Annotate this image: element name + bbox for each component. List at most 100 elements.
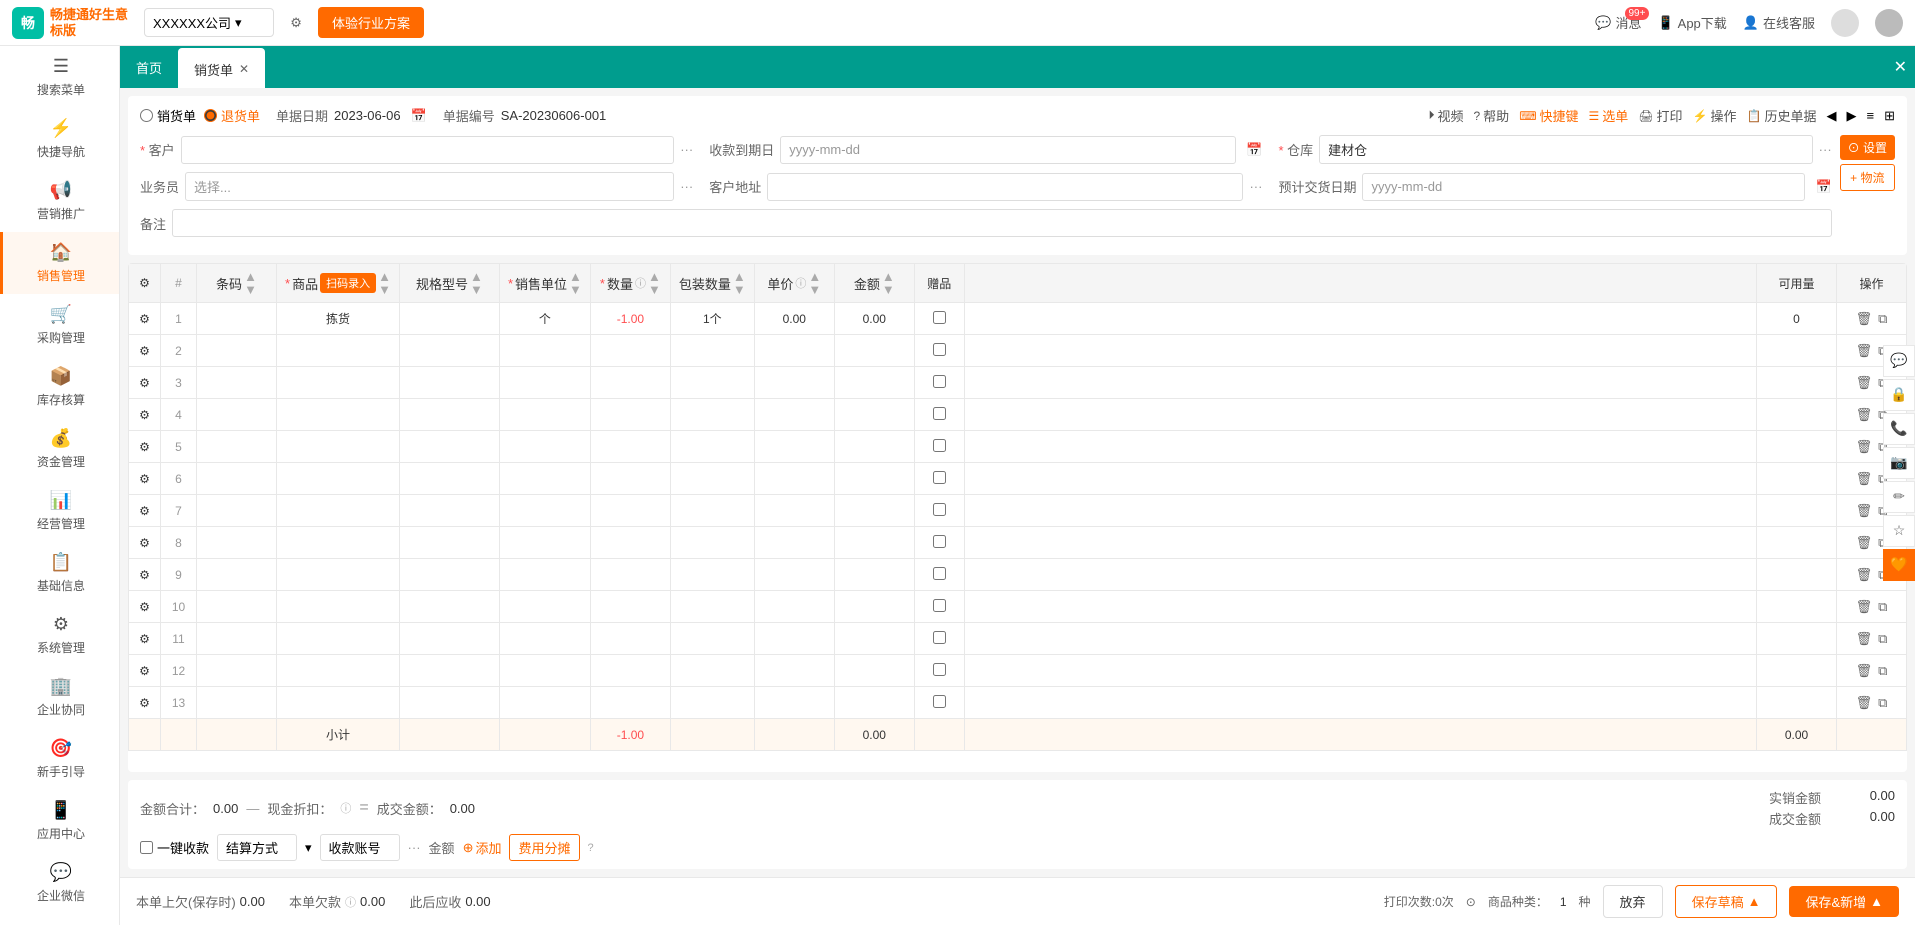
delete-icon-10[interactable]: 🗑 bbox=[1856, 631, 1873, 647]
cell-spec-12[interactable] bbox=[399, 687, 499, 719]
delete-icon-5[interactable]: 🗑 bbox=[1856, 471, 1873, 487]
add-payment-btn[interactable]: ⊕ 添加 bbox=[463, 838, 502, 857]
cell-unit-5[interactable] bbox=[499, 463, 590, 495]
ops-btn[interactable]: ⚡ 操作 bbox=[1693, 106, 1737, 125]
cell-amount-10[interactable] bbox=[834, 623, 914, 655]
list-view-icon[interactable]: ≡ bbox=[1867, 108, 1875, 123]
payment-method-dropdown-icon[interactable]: ▾ bbox=[305, 840, 312, 856]
cell-gift-1[interactable] bbox=[914, 335, 964, 367]
logistics-btn[interactable]: + 物流 bbox=[1840, 164, 1895, 191]
salesperson-dots[interactable]: ··· bbox=[680, 179, 693, 194]
app-download-btn[interactable]: 📱 App下载 bbox=[1657, 13, 1726, 32]
cell-settings-2[interactable]: ⚙ bbox=[129, 367, 161, 399]
nav-next-icon[interactable]: ▶ bbox=[1847, 108, 1857, 124]
cell-qty-10[interactable] bbox=[590, 623, 670, 655]
expense-btn[interactable]: 费用分摊 bbox=[509, 834, 579, 861]
video-btn[interactable]: ⏵ 视频 bbox=[1428, 106, 1463, 125]
cell-gift-3[interactable] bbox=[914, 399, 964, 431]
cell-barcode-3[interactable] bbox=[197, 399, 277, 431]
save-draft-button[interactable]: 保存草稿 ▲ bbox=[1675, 885, 1778, 918]
cell-pack-12[interactable] bbox=[670, 687, 754, 719]
cell-barcode-11[interactable] bbox=[197, 655, 277, 687]
online-service-btn[interactable]: 👤 在线客服 bbox=[1743, 13, 1815, 32]
history-btn[interactable]: 📋 历史单据 bbox=[1747, 106, 1817, 125]
cell-amount-2[interactable] bbox=[834, 367, 914, 399]
float-btn-chat[interactable]: 💬 bbox=[1883, 345, 1915, 377]
float-btn-lock[interactable]: 🔒 bbox=[1883, 379, 1915, 411]
close-all-icon[interactable]: ✕ bbox=[1894, 59, 1907, 76]
cell-product-9[interactable] bbox=[277, 591, 400, 623]
cell-pack-10[interactable] bbox=[670, 623, 754, 655]
help-btn[interactable]: ? 帮助 bbox=[1473, 106, 1509, 125]
cell-pack-6[interactable] bbox=[670, 495, 754, 527]
delete-icon-0[interactable]: 🗑 bbox=[1856, 311, 1873, 327]
float-btn-orange[interactable]: 🧡 bbox=[1883, 549, 1915, 581]
cell-qty-5[interactable] bbox=[590, 463, 670, 495]
cell-qty-4[interactable] bbox=[590, 431, 670, 463]
scan-btn[interactable]: 扫码录入 bbox=[320, 273, 376, 293]
cell-price-6[interactable] bbox=[754, 495, 834, 527]
cell-price-7[interactable] bbox=[754, 527, 834, 559]
cell-barcode-5[interactable] bbox=[197, 463, 277, 495]
cell-settings-6[interactable]: ⚙ bbox=[129, 495, 161, 527]
cell-spec-3[interactable] bbox=[399, 399, 499, 431]
cell-spec-0[interactable] bbox=[399, 303, 499, 335]
float-btn-star[interactable]: ☆ bbox=[1883, 515, 1915, 547]
cell-price-9[interactable] bbox=[754, 591, 834, 623]
radio-return[interactable]: 退货单 bbox=[204, 106, 260, 125]
cell-price-0[interactable]: 0.00 bbox=[754, 303, 834, 335]
float-btn-edit[interactable]: ✏ bbox=[1883, 481, 1915, 513]
settings-btn[interactable]: ⊙ 设置 bbox=[1840, 135, 1895, 160]
print-btn[interactable]: 🖨 打印 bbox=[1638, 106, 1682, 125]
sidebar-item-quicknav[interactable]: ⚡ 快捷导航 bbox=[0, 108, 119, 170]
save-new-dropdown-icon[interactable]: ▲ bbox=[1870, 894, 1883, 909]
one-click-pay-checkbox[interactable]: 一键收款 bbox=[140, 838, 209, 857]
cell-product-7[interactable] bbox=[277, 527, 400, 559]
cell-barcode-0[interactable] bbox=[197, 303, 277, 335]
shortcut-btn[interactable]: ⌨ 快捷键 bbox=[1519, 106, 1578, 125]
cell-gift-5[interactable] bbox=[914, 463, 964, 495]
payment-method-select[interactable]: 结算方式 bbox=[217, 834, 297, 861]
cell-price-3[interactable] bbox=[754, 399, 834, 431]
cell-product-8[interactable] bbox=[277, 559, 400, 591]
cell-qty-7[interactable] bbox=[590, 527, 670, 559]
cell-gift-10[interactable] bbox=[914, 623, 964, 655]
cell-spec-5[interactable] bbox=[399, 463, 499, 495]
cell-spec-6[interactable] bbox=[399, 495, 499, 527]
nav-prev-icon[interactable]: ◀ bbox=[1827, 108, 1837, 124]
cell-pack-3[interactable] bbox=[670, 399, 754, 431]
cell-pack-2[interactable] bbox=[670, 367, 754, 399]
cell-gift-6[interactable] bbox=[914, 495, 964, 527]
cell-amount-4[interactable] bbox=[834, 431, 914, 463]
cell-unit-9[interactable] bbox=[499, 591, 590, 623]
cell-gift-0[interactable] bbox=[914, 303, 964, 335]
cell-unit-1[interactable] bbox=[499, 335, 590, 367]
cell-settings-0[interactable]: ⚙ bbox=[129, 303, 161, 335]
cell-pack-4[interactable] bbox=[670, 431, 754, 463]
cell-barcode-12[interactable] bbox=[197, 687, 277, 719]
customer-dots[interactable]: ··· bbox=[680, 142, 693, 157]
cell-product-11[interactable] bbox=[277, 655, 400, 687]
cell-gift-7[interactable] bbox=[914, 527, 964, 559]
cell-product-12[interactable] bbox=[277, 687, 400, 719]
cell-barcode-1[interactable] bbox=[197, 335, 277, 367]
cell-price-1[interactable] bbox=[754, 335, 834, 367]
cell-pack-9[interactable] bbox=[670, 591, 754, 623]
grid-view-icon[interactable]: ⊞ bbox=[1884, 108, 1895, 124]
cell-settings-3[interactable]: ⚙ bbox=[129, 399, 161, 431]
cell-gift-11[interactable] bbox=[914, 655, 964, 687]
cell-pack-8[interactable] bbox=[670, 559, 754, 591]
discard-button[interactable]: 放弃 bbox=[1603, 885, 1663, 918]
cell-unit-4[interactable] bbox=[499, 431, 590, 463]
cell-amount-8[interactable] bbox=[834, 559, 914, 591]
salesperson-input[interactable]: 选择... bbox=[185, 172, 674, 201]
cell-price-5[interactable] bbox=[754, 463, 834, 495]
payment-account-select[interactable]: 收款账号 bbox=[320, 834, 400, 861]
sidebar-item-wechat[interactable]: 💬 企业微信 bbox=[0, 852, 119, 914]
sidebar-item-marketing[interactable]: 📢 营销推广 bbox=[0, 170, 119, 232]
copy-icon-10[interactable]: ⧉ bbox=[1878, 631, 1887, 647]
cell-amount-12[interactable] bbox=[834, 687, 914, 719]
sidebar-item-system[interactable]: ⚙ 系统管理 bbox=[0, 604, 119, 666]
copy-icon-0[interactable]: ⧉ bbox=[1878, 311, 1887, 327]
th-settings[interactable]: ⚙ bbox=[129, 264, 161, 303]
